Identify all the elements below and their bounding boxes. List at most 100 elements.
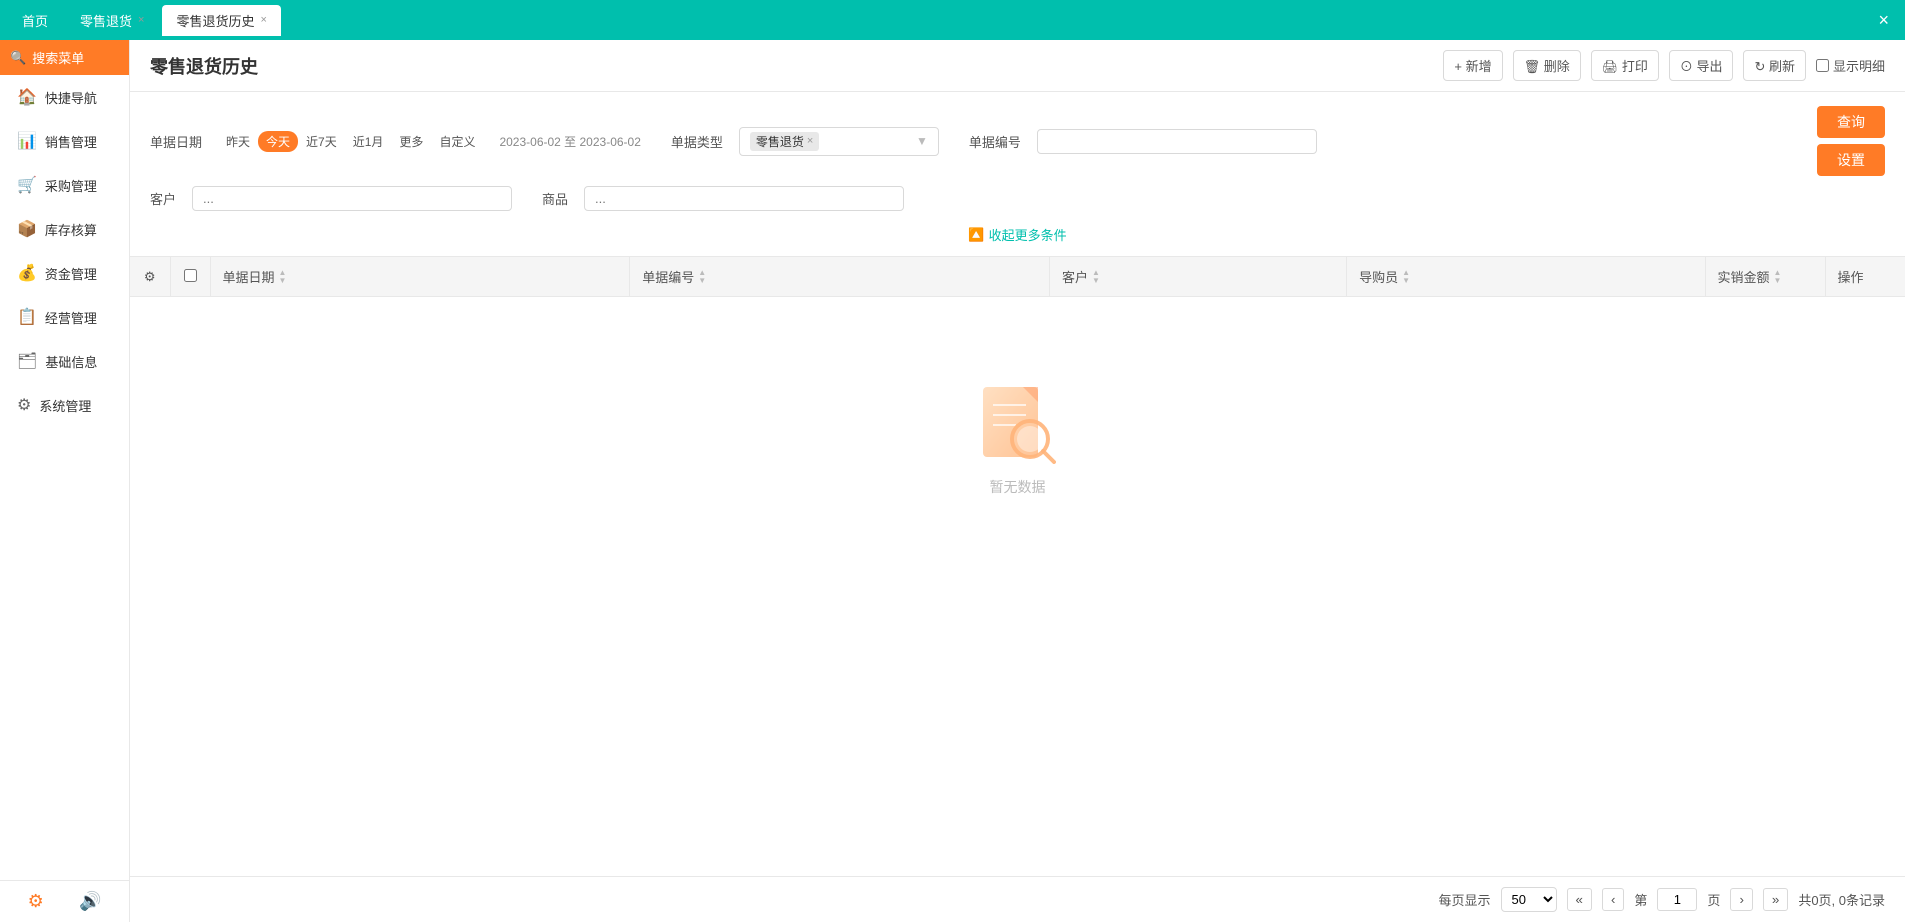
th-actions: 操作	[1825, 257, 1905, 297]
type-filter-item: 单据类型 零售退货 × ▼	[671, 127, 939, 156]
table-select-all-checkbox[interactable]	[184, 269, 197, 282]
print-button[interactable]: 🖨 打印	[1591, 50, 1659, 81]
per-page-select[interactable]: 10 20 50 100	[1501, 887, 1557, 912]
sidebar-item-inventory[interactable]: 📦 库存核算	[0, 207, 129, 251]
per-page-label: 每页显示	[1439, 890, 1491, 909]
page-number-input[interactable]	[1657, 888, 1697, 911]
collapse-label: 收起更多条件	[989, 225, 1067, 244]
sort-arrows-customer: ▲▼	[1092, 269, 1100, 285]
th-date: 单据日期 ▲▼	[210, 257, 630, 297]
last-page-button[interactable]: »	[1763, 888, 1788, 911]
sidebar-item-system[interactable]: ⚙ 系统管理	[0, 383, 129, 427]
date-filter-buttons: 昨天 今天 近7天 近1月 更多 自定义	[218, 130, 483, 153]
th-customer: 客户 ▲▼	[1050, 257, 1347, 297]
sidebar-item-label: 采购管理	[45, 176, 97, 195]
collapse-row: 🔼 收起更多条件	[150, 221, 1885, 248]
goods-filter-label: 商品	[542, 189, 568, 208]
sidebar-item-operations[interactable]: 📋 经营管理	[0, 295, 129, 339]
type-filter-label: 单据类型	[671, 132, 723, 151]
sidebar-item-quick-nav[interactable]: 🏠 快捷导航	[0, 75, 129, 119]
show-detail-label[interactable]: 显示明细	[1816, 56, 1885, 75]
audio-icon[interactable]: 🔊	[79, 891, 101, 912]
purchase-icon: 🛒	[17, 175, 37, 195]
date-btn-yesterday[interactable]: 昨天	[218, 130, 258, 153]
main-layout: 🔍 搜索菜单 🏠 快捷导航 📊 销售管理 🛒 采购管理 📦 库存核算 💰 资金管…	[0, 40, 1905, 922]
sidebar-item-sales[interactable]: 📊 销售管理	[0, 119, 129, 163]
page-header: 零售退货历史 + 新增 🗑 删除 🖨 打印 ⊙ 导出 ↻ 刷新 显示明细	[130, 40, 1905, 92]
tab-retail-return-history[interactable]: 零售退货历史 ×	[162, 5, 280, 36]
date-btn-custom[interactable]: 自定义	[431, 130, 483, 153]
new-button[interactable]: + 新增	[1443, 50, 1502, 81]
sidebar-search-bar[interactable]: 🔍 搜索菜单	[0, 40, 129, 75]
date-btn-today[interactable]: 今天	[258, 131, 298, 152]
sidebar-item-label: 基础信息	[45, 352, 97, 371]
next-page-button[interactable]: ›	[1730, 888, 1752, 911]
sales-icon: 📊	[17, 131, 37, 151]
pagination-bar: 每页显示 10 20 50 100 « ‹ 第 页 › » 共0页, 0条记录	[130, 876, 1905, 922]
show-detail-checkbox[interactable]	[1816, 59, 1829, 72]
table-header-row: ⚙ 单据日期 ▲▼ 单据编号	[130, 257, 1905, 297]
sidebar-item-finance[interactable]: 💰 资金管理	[0, 251, 129, 295]
sort-arrows-guide: ▲▼	[1402, 269, 1410, 285]
customer-filter-item: 客户	[150, 186, 512, 211]
window-close-button[interactable]: ×	[1870, 10, 1897, 31]
type-filter-select[interactable]: 零售退货 × ▼	[739, 127, 939, 156]
sidebar-bottom: ⚙ 🔊	[0, 880, 129, 922]
total-info: 共0页, 0条记录	[1798, 890, 1885, 909]
type-select-chevron: ▼	[916, 134, 928, 148]
table-settings-icon[interactable]: ⚙	[144, 269, 156, 284]
prev-page-button[interactable]: ‹	[1602, 888, 1624, 911]
sidebar-item-purchase[interactable]: 🛒 采购管理	[0, 163, 129, 207]
delete-button[interactable]: 🗑 删除	[1513, 50, 1581, 81]
type-tag: 零售退货 ×	[750, 132, 819, 151]
first-page-button[interactable]: «	[1567, 888, 1592, 911]
date-filter-item: 单据日期 昨天 今天 近7天 近1月 更多 自定义 2023-06-02 至 2…	[150, 130, 641, 153]
content-area: 零售退货历史 + 新增 🗑 删除 🖨 打印 ⊙ 导出 ↻ 刷新 显示明细 单据日…	[130, 40, 1905, 922]
th-guide: 导购员 ▲▼	[1347, 257, 1705, 297]
empty-state-text: 暂无数据	[990, 477, 1046, 497]
th-guide-sort[interactable]: 导购员 ▲▼	[1359, 267, 1692, 286]
th-date-sort[interactable]: 单据日期 ▲▼	[223, 267, 618, 286]
table-body: 暂无数据	[130, 297, 1905, 578]
refresh-button[interactable]: ↻ 刷新	[1743, 50, 1806, 81]
empty-state: 暂无数据	[130, 297, 1905, 577]
settings-bottom-icon[interactable]: ⚙	[28, 891, 44, 912]
th-voucher-sort[interactable]: 单据编号 ▲▼	[642, 267, 1037, 286]
empty-state-row: 暂无数据	[130, 297, 1905, 578]
goods-input[interactable]	[584, 186, 904, 211]
sidebar-item-label: 销售管理	[45, 132, 97, 151]
settings-button[interactable]: 设置	[1817, 144, 1885, 176]
right-action-buttons: 查询 设置	[1817, 106, 1885, 176]
filter-row-1: 单据日期 昨天 今天 近7天 近1月 更多 自定义 2023-06-02 至 2…	[150, 106, 1885, 176]
header-actions: + 新增 🗑 删除 🖨 打印 ⊙ 导出 ↻ 刷新 显示明细	[1443, 50, 1885, 81]
th-customer-sort[interactable]: 客户 ▲▼	[1062, 267, 1334, 286]
system-icon: ⚙	[17, 395, 31, 415]
customer-input[interactable]	[192, 186, 512, 211]
type-tag-close[interactable]: ×	[807, 135, 813, 147]
query-button[interactable]: 查询	[1817, 106, 1885, 138]
date-btn-1month[interactable]: 近1月	[345, 130, 392, 153]
filter-row-2: 客户 商品	[150, 186, 1885, 211]
tab-retail-return[interactable]: 零售退货 ×	[66, 5, 158, 36]
finance-icon: 💰	[17, 263, 37, 283]
date-btn-more[interactable]: 更多	[391, 130, 431, 153]
sort-arrows-date: ▲▼	[279, 269, 287, 285]
basic-info-icon: 🗂	[17, 351, 37, 371]
tab-retail-return-history-close[interactable]: ×	[260, 14, 266, 26]
page-label: 第	[1634, 890, 1647, 909]
date-btn-7days[interactable]: 近7天	[298, 130, 345, 153]
sidebar-item-label: 系统管理	[39, 396, 91, 415]
collapse-icon: 🔼	[968, 227, 984, 243]
tab-home[interactable]: 首页	[8, 5, 62, 36]
th-settings: ⚙	[130, 257, 170, 297]
export-button[interactable]: ⊙ 导出	[1669, 50, 1734, 81]
inventory-icon: 📦	[17, 219, 37, 239]
sidebar-item-basic-info[interactable]: 🗂 基础信息	[0, 339, 129, 383]
tab-retail-return-close[interactable]: ×	[138, 14, 144, 26]
voucher-input[interactable]	[1037, 129, 1317, 154]
sidebar-item-label: 资金管理	[45, 264, 97, 283]
th-checkbox	[170, 257, 210, 297]
collapse-button[interactable]: 🔼 收起更多条件	[956, 221, 1078, 248]
sidebar-item-label: 库存核算	[45, 220, 97, 239]
th-amount-sort[interactable]: 实销金额 ▲▼	[1718, 267, 1813, 286]
